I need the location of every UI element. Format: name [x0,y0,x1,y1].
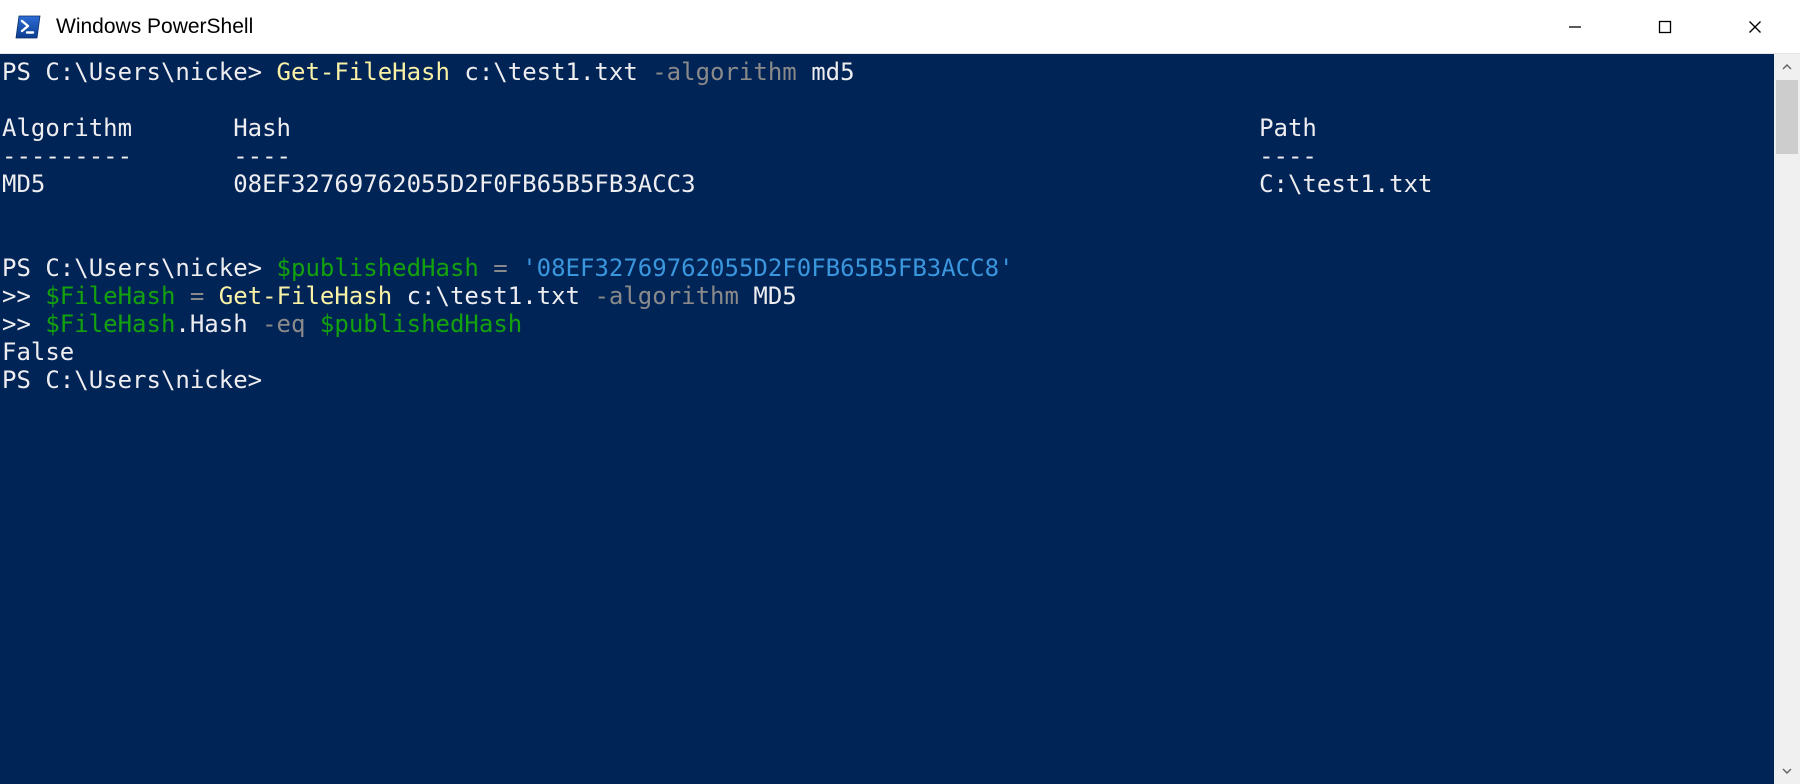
scroll-down-button[interactable] [1774,758,1800,784]
scrollbar-track[interactable] [1774,80,1800,758]
terminal-line: MD5 08EF32769762055D2F0FB65B5FB3ACC3 C:\… [2,170,1774,198]
terminal[interactable]: PS C:\Users\nicke> Get-FileHash c:\test1… [0,54,1774,784]
terminal-line [2,86,1774,114]
terminal-line [2,198,1774,226]
terminal-line: False [2,338,1774,366]
terminal-line: PS C:\Users\nicke> $publishedHash = '08E… [2,254,1774,282]
terminal-line: --------- ---- ---- [2,142,1774,170]
minimize-button[interactable] [1530,0,1620,53]
terminal-line: >> $FileHash = Get-FileHash c:\test1.txt… [2,282,1774,310]
terminal-line: Algorithm Hash Path [2,114,1774,142]
vertical-scrollbar[interactable] [1774,54,1800,784]
window-controls [1530,0,1800,53]
terminal-line: PS C:\Users\nicke> [2,366,1774,394]
titlebar: Windows PowerShell [0,0,1800,54]
terminal-line [2,226,1774,254]
terminal-line: >> $FileHash.Hash -eq $publishedHash [2,310,1774,338]
window-title: Windows PowerShell [56,15,253,39]
close-button[interactable] [1710,0,1800,53]
maximize-button[interactable] [1620,0,1710,53]
terminal-line: PS C:\Users\nicke> Get-FileHash c:\test1… [2,58,1774,86]
scroll-up-button[interactable] [1774,54,1800,80]
terminal-container: PS C:\Users\nicke> Get-FileHash c:\test1… [0,54,1800,784]
scrollbar-thumb[interactable] [1776,80,1798,154]
powershell-icon [14,13,42,41]
